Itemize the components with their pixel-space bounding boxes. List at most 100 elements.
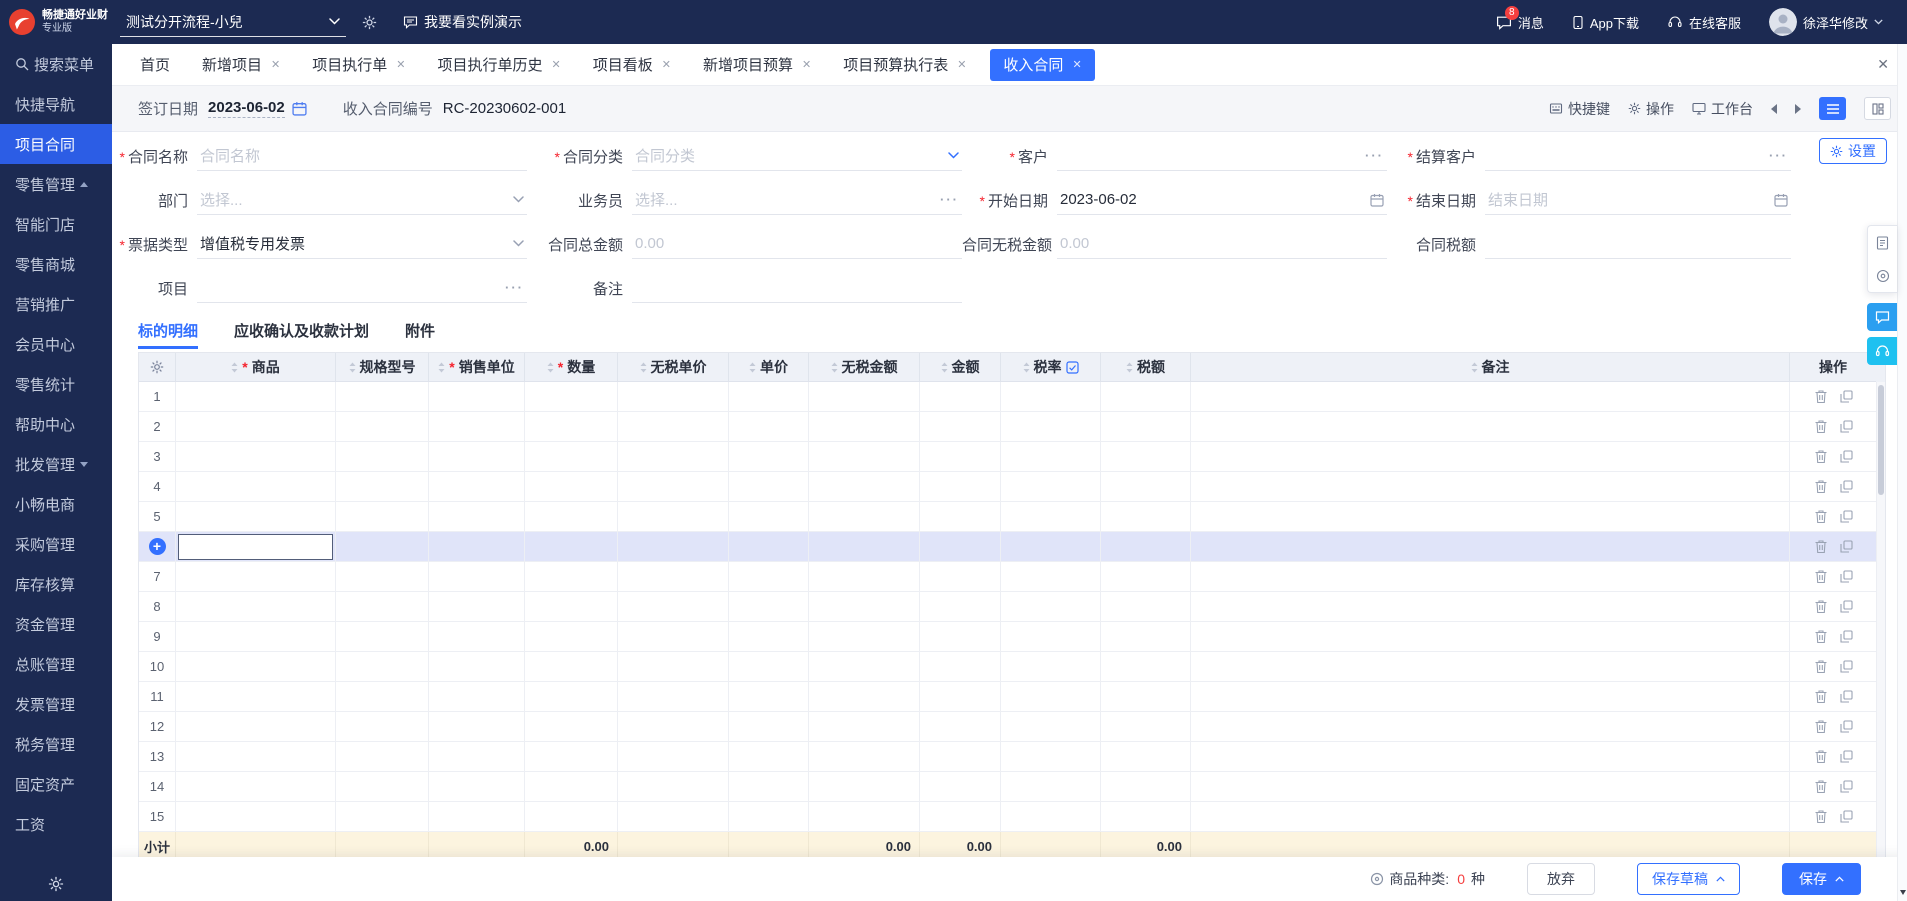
tab[interactable]: 新增项目 ✕ [186,44,296,86]
add-row-cell[interactable]: + [139,532,176,561]
sidebar-item[interactable]: 项目合同 [0,124,112,164]
delete-row-icon[interactable] [1814,509,1828,524]
grid-cell[interactable] [1191,502,1790,531]
grid-cell[interactable] [429,712,525,741]
sidebar-item[interactable]: 工资 [0,804,112,844]
grid-cell[interactable] [809,502,920,531]
grid-cell[interactable] [525,472,618,501]
grid-cell[interactable] [729,802,809,831]
detail-tab[interactable]: 附件 [405,320,435,349]
grid-cell[interactable] [1191,472,1790,501]
grid-cell[interactable] [1191,772,1790,801]
grid-cell[interactable] [176,652,336,681]
grid-cell[interactable] [525,742,618,771]
grid-cell[interactable] [1101,502,1191,531]
field-text-input[interactable]: 0.00 [1057,229,1387,259]
tab-close-icon[interactable]: ✕ [1072,58,1081,71]
online-service-button[interactable]: 在线客服 [1667,13,1741,32]
sidebar-item[interactable]: 小畅电商 [0,484,112,524]
view-grid-toggle[interactable] [1864,97,1891,120]
grid-cell[interactable] [336,412,429,441]
discard-button[interactable]: 放弃 [1527,863,1595,895]
grid-cell[interactable] [809,532,920,561]
copy-row-icon[interactable] [1839,750,1853,763]
grid-scrollbar-thumb[interactable] [1878,385,1884,495]
copy-row-icon[interactable] [1839,720,1853,733]
copy-row-icon[interactable] [1839,600,1853,613]
field-select-input[interactable]: 合同分类 [632,141,962,171]
field-text-input[interactable] [632,273,962,303]
grid-cell[interactable] [809,562,920,591]
delete-row-icon[interactable] [1814,389,1828,404]
column-header[interactable]: * 数量 [525,353,618,381]
sort-icon[interactable] [831,362,838,373]
sidebar-item[interactable]: 营销推广 [0,284,112,324]
grid-cell[interactable] [1001,382,1101,411]
sidebar-settings-gear-icon[interactable] [0,876,112,892]
grid-cell[interactable] [729,382,809,411]
tab[interactable]: 新增项目预算 ✕ [687,44,827,86]
grid-cell[interactable] [1001,412,1101,441]
grid-cell[interactable] [618,802,729,831]
lookup-ellipsis-icon[interactable]: ··· [1365,149,1384,162]
grid-cell[interactable] [429,412,525,441]
column-header[interactable]: 单价 [729,353,809,381]
delete-row-icon[interactable] [1814,779,1828,794]
grid-cell[interactable] [809,472,920,501]
grid-cell[interactable] [176,562,336,591]
grid-cell[interactable] [1001,712,1101,741]
form-settings-button[interactable]: 设置 [1819,138,1887,164]
grid-cell[interactable] [729,592,809,621]
detail-tab[interactable]: 标的明细 [138,320,199,349]
grid-cell[interactable] [429,532,525,561]
column-header[interactable]: 税率 [1001,353,1101,381]
grid-cell[interactable] [429,592,525,621]
grid-cell[interactable] [729,502,809,531]
grid-cell[interactable] [729,412,809,441]
grid-cell[interactable] [809,742,920,771]
sign-date-value[interactable]: 2023-06-02 [208,99,285,118]
sidebar-item[interactable]: 库存核算 [0,564,112,604]
grid-cell[interactable] [809,412,920,441]
chevron-down-icon[interactable] [513,196,524,203]
grid-cell[interactable] [729,532,809,561]
grid-cell[interactable] [920,442,1001,471]
sort-icon[interactable] [749,362,756,373]
sidebar-item[interactable]: 快捷导航 [0,84,112,124]
tab[interactable]: 首页 [124,44,186,86]
grid-cell[interactable] [1191,742,1790,771]
grid-cell[interactable] [618,682,729,711]
workbench-button[interactable]: 工作台 [1692,99,1753,119]
grid-cell[interactable] [920,772,1001,801]
sidebar-item[interactable]: 采购管理 [0,524,112,564]
column-header[interactable]: 备注 [1191,353,1790,381]
grid-cell[interactable] [176,742,336,771]
grid-cell[interactable] [809,382,920,411]
copy-row-icon[interactable] [1839,810,1853,823]
delete-row-icon[interactable] [1814,479,1828,494]
grid-cell[interactable] [1101,592,1191,621]
grid-cell[interactable] [525,652,618,681]
grid-cell[interactable] [809,802,920,831]
grid-cell[interactable] [920,742,1001,771]
delete-row-icon[interactable] [1814,659,1828,674]
grid-cell[interactable] [809,652,920,681]
grid-cell[interactable] [525,802,618,831]
grid-cell[interactable] [618,742,729,771]
grid-cell[interactable] [1191,802,1790,831]
grid-cell[interactable] [1001,592,1101,621]
grid-cell[interactable] [1101,712,1191,741]
grid-cell[interactable] [1001,502,1101,531]
grid-cell[interactable] [1001,472,1101,501]
add-row-icon[interactable]: + [148,538,166,555]
grid-cell[interactable] [525,502,618,531]
grid-cell[interactable] [1101,532,1191,561]
calendar-icon[interactable] [1370,193,1384,207]
prev-arrow-icon[interactable] [1771,103,1777,114]
floating-target-icon[interactable] [1868,259,1897,292]
grid-cell[interactable] [176,772,336,801]
grid-cell[interactable] [1191,652,1790,681]
grid-cell[interactable] [1191,412,1790,441]
grid-cell[interactable] [336,772,429,801]
column-header[interactable]: 规格型号 [336,353,429,381]
